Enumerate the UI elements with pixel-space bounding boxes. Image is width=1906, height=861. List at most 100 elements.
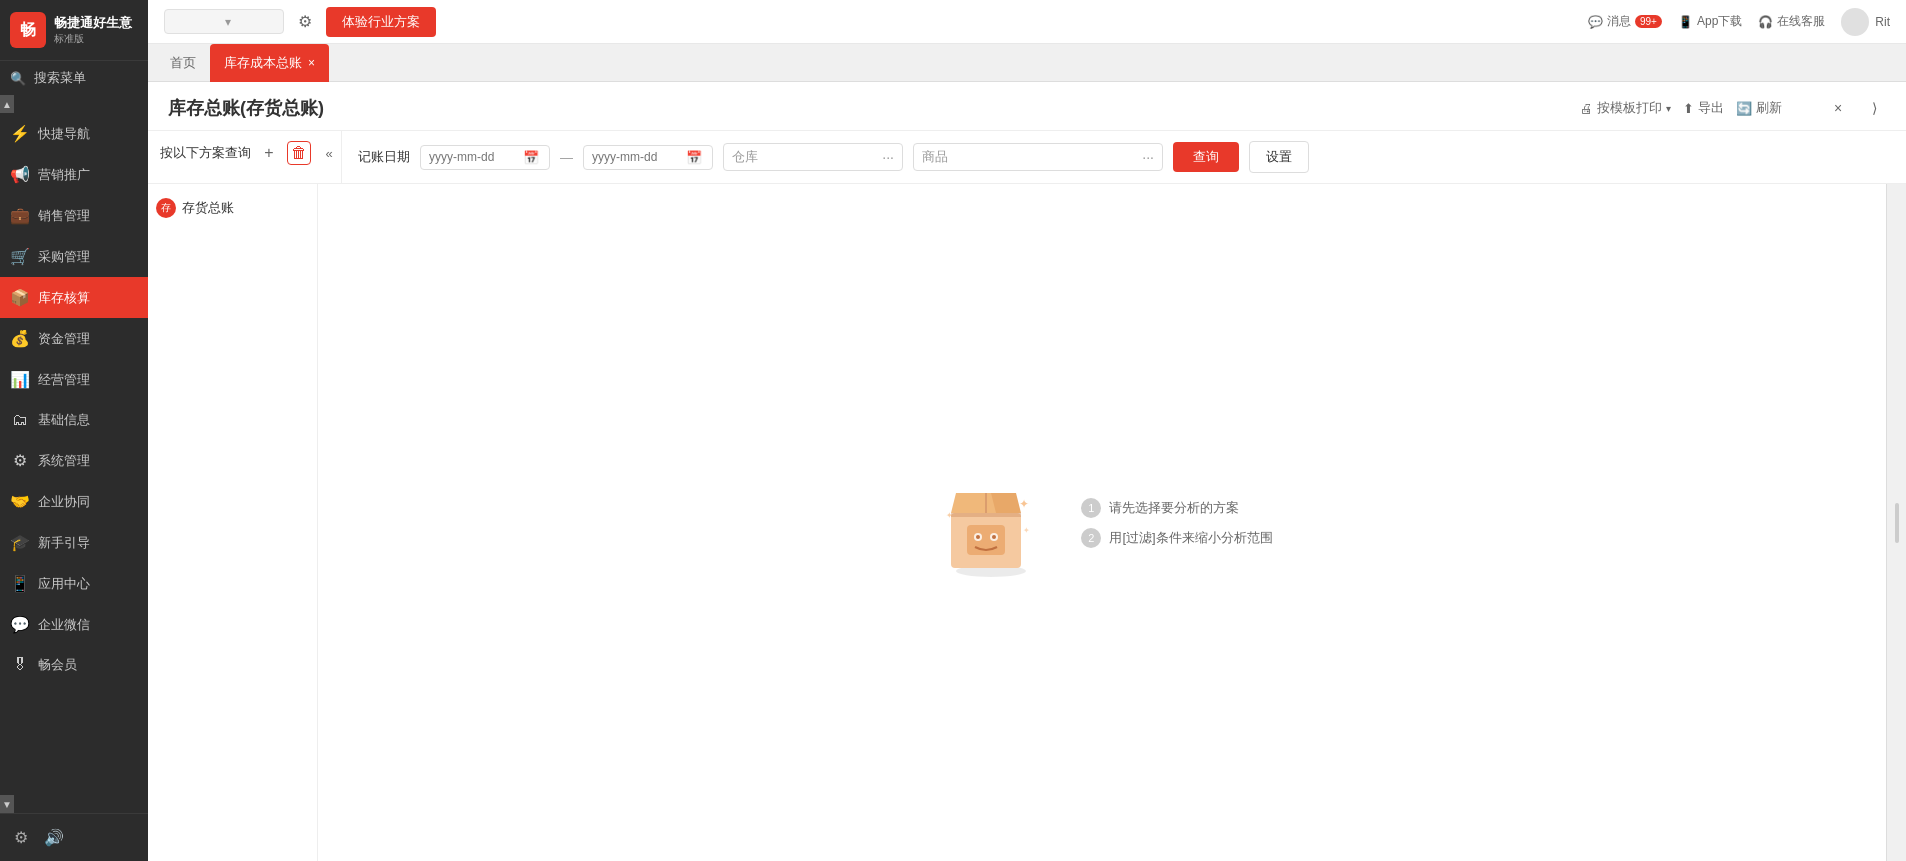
topbar-settings-btn[interactable]: ⚙ <box>290 7 320 37</box>
main-content: ✦ ✦ ✦ 1 请先选择要分析的方案 2 用[过滤]条件来缩 <box>318 184 1886 861</box>
sidebar-item-enterprise[interactable]: 🤝 企业协同 <box>0 481 148 522</box>
scheme-item-inventory[interactable]: 存 存货总账 <box>148 192 317 224</box>
breadcrumb-text <box>173 13 221 30</box>
phone-icon: 📱 <box>1678 15 1693 29</box>
export-button[interactable]: ⬆ 导出 <box>1683 99 1724 117</box>
breadcrumb[interactable]: ▾ <box>164 9 284 34</box>
refresh-icon: 🔄 <box>1736 101 1752 116</box>
app-download-btn[interactable]: 📱 App下载 <box>1678 13 1742 30</box>
search-icon: 🔍 <box>10 71 26 86</box>
date-end-field[interactable]: 📅 <box>583 145 713 170</box>
sidebar-item-sales[interactable]: 💼 销售管理 <box>0 195 148 236</box>
panel-close-button[interactable]: × <box>1826 96 1850 120</box>
print-button[interactable]: 🖨 按模板打印 ▾ <box>1580 99 1671 117</box>
product-select[interactable]: 商品 ··· <box>913 143 1163 171</box>
product-label: 商品 <box>922 148 948 166</box>
settings-button[interactable]: 设置 <box>1249 141 1309 173</box>
edition-label: 标准版 <box>54 32 132 45</box>
message-label: 消息 <box>1607 13 1631 30</box>
sidebar-nav: ⚡ 快捷导航 📢 营销推广 💼 销售管理 🛒 采购管理 📦 库存核算 💰 资金管… <box>0 113 148 795</box>
svg-text:✦: ✦ <box>946 511 953 520</box>
sidebar-item-app-center[interactable]: 📱 应用中心 <box>0 563 148 604</box>
sidebar: 畅 畅捷通好生意 标准版 🔍 搜索菜单 ▲ ⚡ 快捷导航 📢 营销推广 💼 销售… <box>0 0 148 861</box>
delete-filter-btn[interactable]: 🗑 <box>287 141 311 165</box>
sidebar-item-label: 快捷导航 <box>38 125 90 143</box>
sidebar-item-label: 营销推广 <box>38 166 90 184</box>
sidebar-item-label: 经营管理 <box>38 371 90 389</box>
svg-text:✦: ✦ <box>1023 526 1030 535</box>
tab-close-icon[interactable]: × <box>308 56 315 70</box>
collapse-filter-btn[interactable]: « <box>317 141 341 165</box>
scroll-up-arrow[interactable]: ▲ <box>0 95 14 113</box>
warehouse-select[interactable]: 仓库 ··· <box>723 143 903 171</box>
query-button[interactable]: 查询 <box>1173 142 1239 172</box>
sidebar-item-quick-nav[interactable]: ⚡ 快捷导航 <box>0 113 148 154</box>
sidebar-item-label: 畅会员 <box>38 656 77 674</box>
sound-footer-btn[interactable]: 🔊 <box>40 824 68 851</box>
sidebar-item-finance[interactable]: 💰 资金管理 <box>0 318 148 359</box>
tab-home[interactable]: 首页 <box>156 44 210 82</box>
date-start-field[interactable]: 📅 <box>420 145 550 170</box>
tab-inventory-ledger[interactable]: 库存成本总账 × <box>210 44 329 82</box>
filter-label-row: 按以下方案查询 + 🗑 « <box>160 141 341 169</box>
chevron-down-icon: ▾ <box>1666 103 1671 114</box>
sidebar-item-label: 企业协同 <box>38 493 90 511</box>
sidebar-item-wechat[interactable]: 💬 企业微信 <box>0 604 148 645</box>
industry-solution-button[interactable]: 体验行业方案 <box>326 7 436 37</box>
scroll-down-arrow[interactable]: ▼ <box>0 795 14 813</box>
user-menu[interactable]: Rit <box>1841 8 1890 36</box>
message-icon: 💬 <box>1588 15 1603 29</box>
sidebar-item-label: 应用中心 <box>38 575 90 593</box>
hint-num-1: 1 <box>1081 498 1101 518</box>
newbie-icon: 🎓 <box>10 533 30 552</box>
right-panel-handle[interactable] <box>1886 184 1906 861</box>
content-area: 库存总账(存货总账) 🖨 按模板打印 ▾ ⬆ 导出 🔄 刷新 × ⟩ <box>148 82 1906 861</box>
sidebar-logo: 畅 畅捷通好生意 标准版 <box>0 0 148 61</box>
message-badge: 99+ <box>1635 15 1662 28</box>
refresh-button[interactable]: 🔄 刷新 <box>1736 99 1782 117</box>
hint-item-1: 1 请先选择要分析的方案 <box>1081 498 1272 518</box>
sidebar-item-label: 系统管理 <box>38 452 90 470</box>
svg-text:✦: ✦ <box>1019 497 1029 511</box>
topbar-left: ▾ ⚙ 体验行业方案 <box>164 7 1580 37</box>
sidebar-item-newbie[interactable]: 🎓 新手引导 <box>0 522 148 563</box>
wechat-icon: 💬 <box>10 615 30 634</box>
brand-name: 畅捷通好生意 <box>54 15 132 32</box>
calendar-end-icon[interactable]: 📅 <box>686 150 702 165</box>
user-name: Rit <box>1875 15 1890 29</box>
sidebar-item-system[interactable]: ⚙ 系统管理 <box>0 440 148 481</box>
tab-home-label: 首页 <box>170 54 196 72</box>
settings-footer-btn[interactable]: ⚙ <box>10 824 32 851</box>
date-end-input[interactable] <box>592 150 682 164</box>
date-start-input[interactable] <box>429 150 519 164</box>
search-menu[interactable]: 🔍 搜索菜单 <box>0 61 148 95</box>
svg-point-8 <box>992 535 996 539</box>
search-menu-label: 搜索菜单 <box>34 69 86 87</box>
message-btn[interactable]: 💬 消息 99+ <box>1588 13 1662 30</box>
sidebar-footer: ⚙ 🔊 <box>0 813 148 861</box>
warehouse-label: 仓库 <box>732 148 758 166</box>
sidebar-item-operations[interactable]: 📊 经营管理 <box>0 359 148 400</box>
sidebar-item-label: 销售管理 <box>38 207 90 225</box>
sidebar-item-purchase[interactable]: 🛒 采购管理 <box>0 236 148 277</box>
panel-resize-handle <box>1895 503 1899 543</box>
scheme-panel: 存 存货总账 <box>148 184 318 861</box>
finance-icon: 💰 <box>10 329 30 348</box>
topbar: ▾ ⚙ 体验行业方案 💬 消息 99+ 📱 App下载 🎧 在线客服 Rit <box>148 0 1906 44</box>
sidebar-item-marketing[interactable]: 📢 营销推广 <box>0 154 148 195</box>
logo-icon: 畅 <box>10 12 46 48</box>
scheme-item-label: 存货总账 <box>182 199 234 217</box>
basics-icon: 🗂 <box>10 411 30 429</box>
sidebar-item-inventory[interactable]: 📦 库存核算 <box>0 277 148 318</box>
hint-text-2: 用[过滤]条件来缩小分析范围 <box>1109 529 1272 547</box>
filter-container: 按以下方案查询 + 🗑 « 记账日期 📅 — 📅 <box>148 131 1906 184</box>
panel-expand-button[interactable]: ⟩ <box>1862 96 1886 120</box>
svg-rect-3 <box>951 513 1021 517</box>
add-filter-btn[interactable]: + <box>257 141 281 165</box>
sidebar-item-member[interactable]: 🎖 畅会员 <box>0 645 148 685</box>
sidebar-item-label: 企业微信 <box>38 616 90 634</box>
calendar-start-icon[interactable]: 📅 <box>523 150 539 165</box>
sidebar-item-basics[interactable]: 🗂 基础信息 <box>0 400 148 440</box>
online-service-btn[interactable]: 🎧 在线客服 <box>1758 13 1825 30</box>
middle-layout: 存 存货总账 <box>148 184 1906 861</box>
